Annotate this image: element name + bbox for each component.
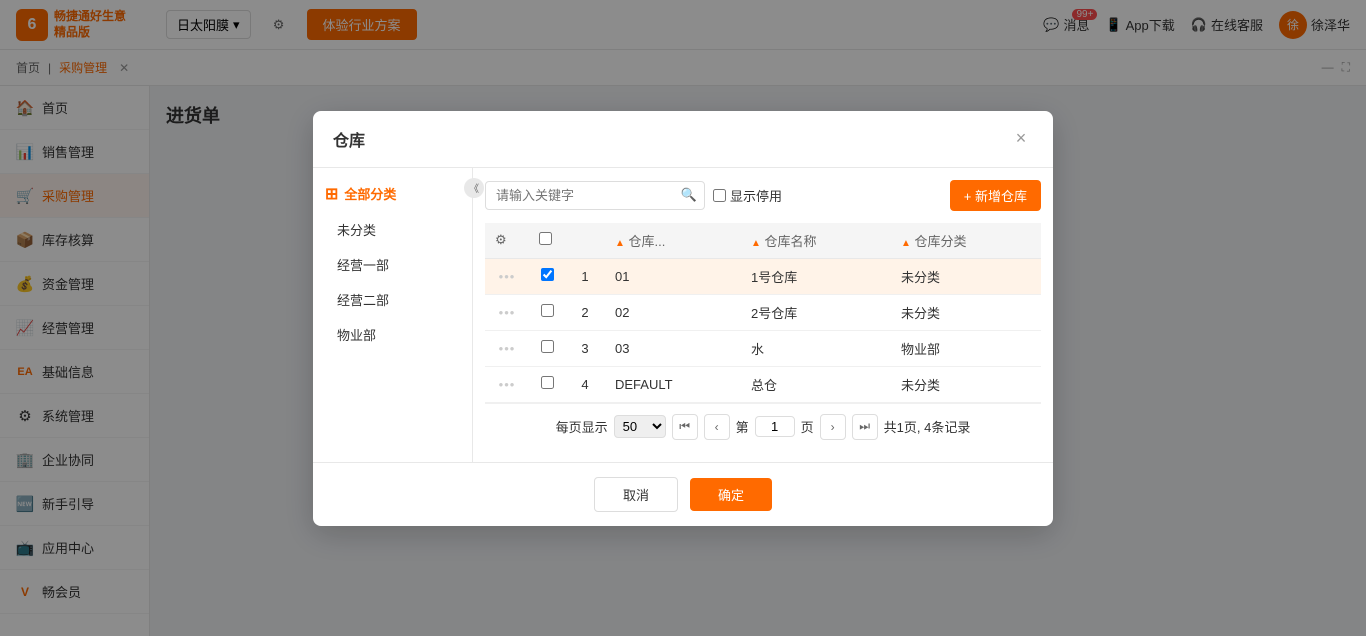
- add-warehouse-button[interactable]: + 新增仓库: [950, 180, 1041, 211]
- col-category-header: ▲ 仓库分类: [891, 223, 1041, 259]
- all-categories-label: 全部分类: [344, 184, 396, 203]
- more-icon[interactable]: •••: [499, 377, 516, 392]
- show-disabled-checkbox[interactable]: [713, 189, 726, 202]
- more-icon[interactable]: •••: [499, 341, 516, 356]
- page-last-button[interactable]: ⏭: [852, 414, 878, 440]
- row-settings[interactable]: •••: [485, 330, 529, 366]
- row-checkbox[interactable]: [541, 340, 554, 353]
- row-checkbox-cell[interactable]: [529, 330, 565, 366]
- page-label: 页: [801, 417, 814, 436]
- row-name: 2号仓库: [741, 294, 891, 330]
- category-item-property[interactable]: 物业部: [313, 317, 472, 352]
- warehouse-modal: 仓库 × ⊞ 全部分类 《 未分类 经营一部 经营二部 物业部: [313, 111, 1053, 526]
- show-disabled-label: 显示停用: [713, 186, 782, 205]
- col-code-header: ▲ 仓库...: [605, 223, 741, 259]
- collapse-panel-button[interactable]: 《: [464, 178, 484, 198]
- page-size-label: 每页显示: [556, 417, 608, 436]
- category-panel: ⊞ 全部分类 《 未分类 经营一部 经营二部 物业部: [313, 168, 473, 462]
- page-size-select-wrap: 20 50 100: [614, 415, 666, 438]
- modal-header: 仓库 ×: [313, 111, 1053, 168]
- table-row[interactable]: ••• 2 02 2号仓库 未分类: [485, 294, 1041, 330]
- row-seq: 1: [565, 258, 605, 294]
- grid-icon: ⊞: [325, 184, 338, 204]
- table-row[interactable]: ••• 3 03 水 物业部: [485, 330, 1041, 366]
- row-code: 03: [605, 330, 741, 366]
- modal-footer: 取消 确定: [313, 462, 1053, 526]
- col-name-header: ▲ 仓库名称: [741, 223, 891, 259]
- page-jump-label: 第: [736, 417, 749, 436]
- row-settings[interactable]: •••: [485, 366, 529, 402]
- row-code: 02: [605, 294, 741, 330]
- row-name: 1号仓库: [741, 258, 891, 294]
- table-row[interactable]: ••• 1 01 1号仓库 未分类: [485, 258, 1041, 294]
- more-icon[interactable]: •••: [499, 269, 516, 284]
- warehouse-table-body: ••• 1 01 1号仓库 未分类 ••• 2 02 2号仓库 未分类 ••• …: [485, 258, 1041, 402]
- row-name: 总仓: [741, 366, 891, 402]
- page-first-button[interactable]: ⏮: [672, 414, 698, 440]
- sort-icon: ▲: [751, 238, 761, 249]
- row-settings[interactable]: •••: [485, 258, 529, 294]
- page-prev-button[interactable]: ‹: [704, 414, 730, 440]
- row-category: 未分类: [891, 294, 1041, 330]
- row-category: 未分类: [891, 258, 1041, 294]
- row-checkbox-cell[interactable]: [529, 294, 565, 330]
- row-code: 01: [605, 258, 741, 294]
- page-number-input[interactable]: [755, 416, 795, 437]
- category-item-unclassified[interactable]: 未分类: [313, 212, 472, 247]
- modal-body: ⊞ 全部分类 《 未分类 经营一部 经营二部 物业部 🔍: [313, 168, 1053, 462]
- sort-icon: ▲: [901, 238, 911, 249]
- settings-icon[interactable]: ⚙: [495, 232, 507, 247]
- warehouse-table: ⚙ ▲ 仓库... ▲ 仓库: [485, 223, 1041, 403]
- row-category: 未分类: [891, 366, 1041, 402]
- category-item-ops2[interactable]: 经营二部: [313, 282, 472, 317]
- row-checkbox-cell[interactable]: [529, 258, 565, 294]
- all-categories-button[interactable]: ⊞ 全部分类: [313, 176, 472, 212]
- select-all-checkbox[interactable]: [539, 232, 552, 245]
- sort-icon: ▲: [615, 238, 625, 249]
- row-checkbox[interactable]: [541, 268, 554, 281]
- modal-title: 仓库: [333, 127, 365, 151]
- row-seq: 4: [565, 366, 605, 402]
- col-settings-header: ⚙: [485, 223, 529, 259]
- row-checkbox[interactable]: [541, 376, 554, 389]
- modal-close-button[interactable]: ×: [1009, 127, 1033, 151]
- row-checkbox[interactable]: [541, 304, 554, 317]
- table-row[interactable]: ••• 4 DEFAULT 总仓 未分类: [485, 366, 1041, 402]
- row-seq: 2: [565, 294, 605, 330]
- more-icon[interactable]: •••: [499, 305, 516, 320]
- row-settings[interactable]: •••: [485, 294, 529, 330]
- table-toolbar: 🔍 显示停用 + 新增仓库: [485, 180, 1041, 211]
- modal-overlay: 仓库 × ⊞ 全部分类 《 未分类 经营一部 经营二部 物业部: [0, 0, 1366, 636]
- search-icon[interactable]: 🔍: [681, 187, 697, 203]
- pagination-bar: 每页显示 20 50 100 ⏮ ‹ 第 页 › ⏭ 共1: [485, 403, 1041, 450]
- row-code: DEFAULT: [605, 366, 741, 402]
- category-item-ops1[interactable]: 经营一部: [313, 247, 472, 282]
- confirm-button[interactable]: 确定: [690, 478, 772, 511]
- row-category: 物业部: [891, 330, 1041, 366]
- row-seq: 3: [565, 330, 605, 366]
- row-checkbox-cell[interactable]: [529, 366, 565, 402]
- search-wrap: 🔍: [485, 181, 705, 210]
- search-input[interactable]: [485, 181, 705, 210]
- page-next-button[interactable]: ›: [820, 414, 846, 440]
- total-info: 共1页, 4条记录: [884, 417, 971, 436]
- cancel-button[interactable]: 取消: [594, 477, 678, 512]
- page-size-select[interactable]: 20 50 100: [614, 415, 666, 438]
- row-name: 水: [741, 330, 891, 366]
- table-header: ⚙ ▲ 仓库... ▲ 仓库: [485, 223, 1041, 259]
- col-check-header: [529, 223, 565, 259]
- table-panel: 🔍 显示停用 + 新增仓库 ⚙: [473, 168, 1053, 462]
- col-seq-header: [565, 223, 605, 259]
